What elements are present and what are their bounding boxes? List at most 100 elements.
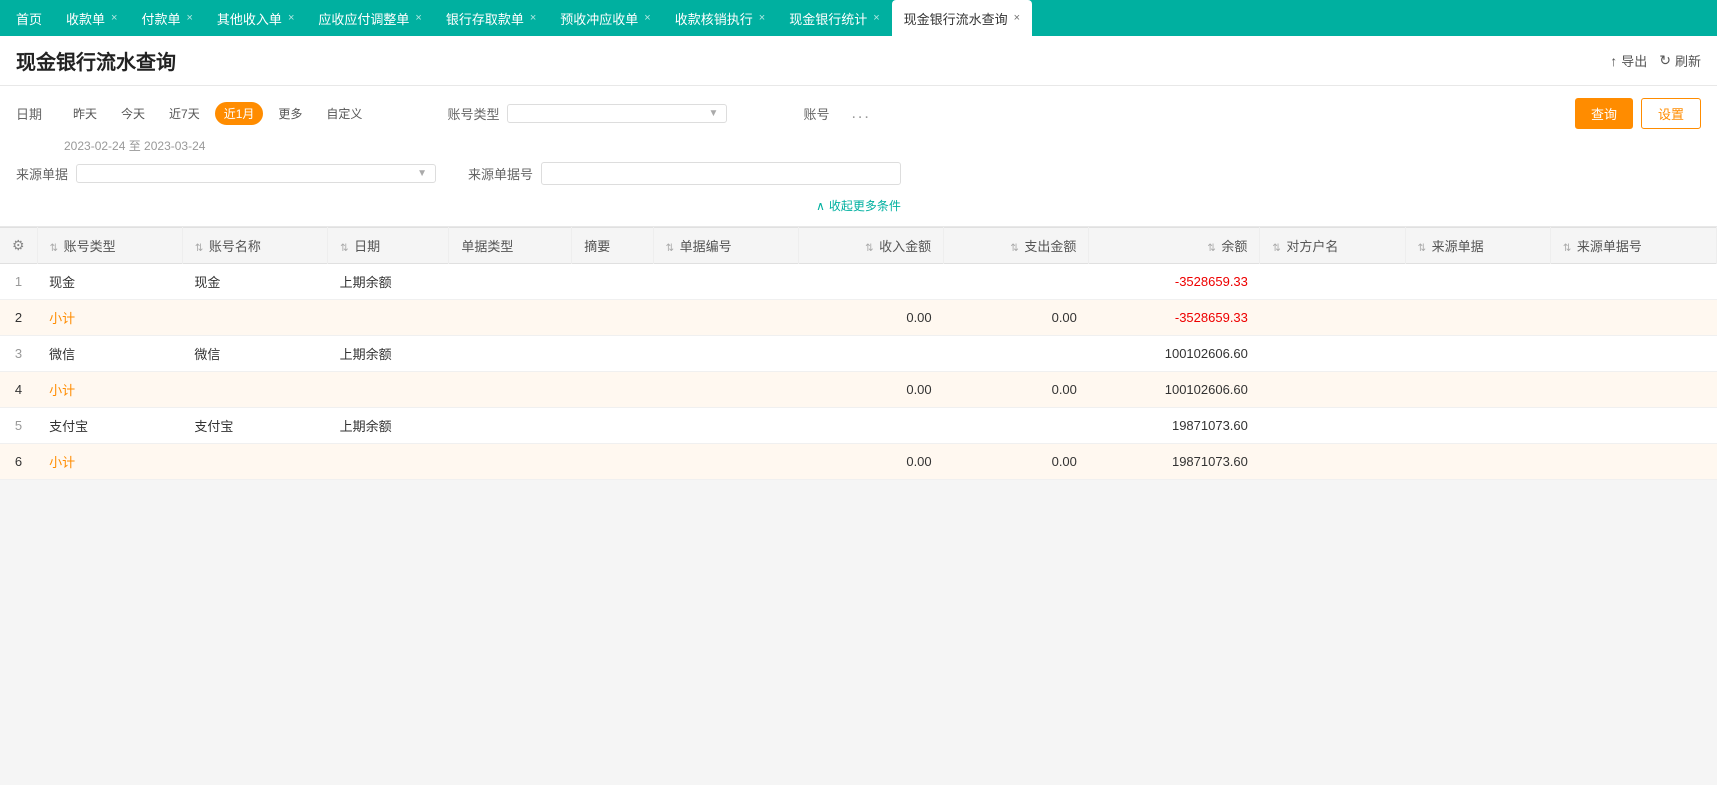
nav-item-collection-exec[interactable]: 收款核销执行 × (663, 0, 777, 36)
source-doc-no-label: 来源单据号 (468, 164, 533, 183)
row-doc-no (653, 336, 798, 372)
row-source-doc-no (1550, 408, 1716, 444)
close-icon[interactable]: × (759, 12, 765, 24)
nav-item-home[interactable]: 首页 (4, 0, 54, 36)
refresh-icon: ↻ (1659, 52, 1671, 69)
row-balance: 100102606.60 (1089, 372, 1260, 408)
date-btn-7days[interactable]: 近7天 (160, 102, 209, 125)
top-nav: 首页 收款单 × 付款单 × 其他收入单 × 应收应付调整单 × 银行存取款单 … (0, 0, 1717, 36)
date-btn-custom[interactable]: 自定义 (317, 102, 371, 125)
row-income (798, 336, 943, 372)
collapse-bar[interactable]: ∧ 收起更多条件 (16, 193, 1701, 214)
col-header-gear[interactable]: ⚙ (0, 228, 37, 264)
col-header-account-name[interactable]: ⇅ 账号名称 (182, 228, 327, 264)
table-container: ⚙ ⇅ 账号类型 ⇅ 账号名称 ⇅ 日期 单据类型 摘要 (0, 227, 1717, 480)
table-body: 1现金现金上期余额-3528659.332小计0.000.00-3528659.… (0, 264, 1717, 480)
col-header-doc-type[interactable]: 单据类型 (449, 228, 572, 264)
row-expense (944, 264, 1089, 300)
date-btn-today[interactable]: 今天 (112, 102, 154, 125)
row-account-name (182, 444, 327, 480)
refresh-button[interactable]: ↻ 刷新 (1659, 51, 1701, 70)
close-icon[interactable]: × (873, 12, 879, 24)
table-row[interactable]: 3微信微信上期余额100102606.60 (0, 336, 1717, 372)
col-header-date[interactable]: ⇅ 日期 (328, 228, 449, 264)
row-source-doc-no (1550, 444, 1716, 480)
row-doc-type (449, 372, 572, 408)
row-index: 4 (0, 372, 37, 408)
col-header-source-doc-no[interactable]: ⇅ 来源单据号 (1550, 228, 1716, 264)
action-buttons: 查询 设置 (1575, 98, 1701, 129)
row-date (328, 372, 449, 408)
col-header-income[interactable]: ⇅ 收入金额 (798, 228, 943, 264)
nav-item-cash-bank-flow[interactable]: 现金银行流水查询 × (892, 0, 1032, 36)
nav-item-payment[interactable]: 付款单 × (129, 0, 204, 36)
source-doc-no-input[interactable] (541, 162, 901, 185)
account-label: 账号 (803, 104, 843, 123)
row-index: 6 (0, 444, 37, 480)
source-doc-label: 来源单据 (16, 164, 68, 183)
row-index: 1 (0, 264, 37, 300)
row-counterpart (1260, 336, 1405, 372)
data-table: ⚙ ⇅ 账号类型 ⇅ 账号名称 ⇅ 日期 单据类型 摘要 (0, 227, 1717, 480)
nav-item-receipt[interactable]: 收款单 × (54, 0, 129, 36)
nav-item-bank-deposit[interactable]: 银行存取款单 × (434, 0, 548, 36)
row-income: 0.00 (798, 300, 943, 336)
col-header-source-doc[interactable]: ⇅ 来源单据 (1405, 228, 1550, 264)
date-btn-yesterday[interactable]: 昨天 (64, 102, 106, 125)
table-row[interactable]: 6小计0.000.0019871073.60 (0, 444, 1717, 480)
row-doc-no (653, 300, 798, 336)
nav-item-ap-adjust[interactable]: 应收应付调整单 × (306, 0, 433, 36)
sort-icon: ⇅ (865, 243, 873, 254)
account-dots[interactable]: ... (851, 105, 870, 123)
col-header-counterpart[interactable]: ⇅ 对方户名 (1260, 228, 1405, 264)
row-account-type: 微信 (37, 336, 182, 372)
sort-icon: ⇅ (1207, 243, 1215, 254)
account-type-label: 账号类型 (447, 104, 499, 123)
close-icon[interactable]: × (186, 12, 192, 24)
row-source-doc (1405, 264, 1550, 300)
table-row[interactable]: 4小计0.000.00100102606.60 (0, 372, 1717, 408)
row-summary (572, 444, 653, 480)
header-actions: ↑ 导出 ↻ 刷新 (1610, 51, 1701, 70)
query-button[interactable]: 查询 (1575, 98, 1633, 129)
close-icon[interactable]: × (530, 12, 536, 24)
export-button[interactable]: ↑ 导出 (1610, 51, 1647, 70)
date-filter-group: 日期 昨天 今天 近7天 近1月 更多 自定义 (16, 102, 371, 125)
row-source-doc (1405, 444, 1550, 480)
nav-item-other-income[interactable]: 其他收入单 × (205, 0, 306, 36)
account-type-select[interactable]: ▼ (507, 104, 727, 123)
nav-item-prepay-offset[interactable]: 预收冲应收单 × (548, 0, 662, 36)
table-header-row: ⚙ ⇅ 账号类型 ⇅ 账号名称 ⇅ 日期 单据类型 摘要 (0, 228, 1717, 264)
row-doc-no (653, 444, 798, 480)
row-income (798, 408, 943, 444)
col-header-balance[interactable]: ⇅ 余额 (1089, 228, 1260, 264)
table-row[interactable]: 2小计0.000.00-3528659.33 (0, 300, 1717, 336)
source-doc-select[interactable]: ▼ (76, 164, 436, 183)
source-doc-group: 来源单据 ▼ (16, 164, 436, 183)
col-header-expense[interactable]: ⇅ 支出金额 (944, 228, 1089, 264)
table-row[interactable]: 5支付宝支付宝上期余额19871073.60 (0, 408, 1717, 444)
close-icon[interactable]: × (644, 12, 650, 24)
date-options: 昨天 今天 近7天 近1月 更多 自定义 (64, 102, 371, 125)
page-header: 现金银行流水查询 ↑ 导出 ↻ 刷新 (0, 36, 1717, 86)
nav-item-cash-bank-stat[interactable]: 现金银行统计 × (777, 0, 891, 36)
row-account-name: 微信 (182, 336, 327, 372)
col-header-doc-no[interactable]: ⇅ 单据编号 (653, 228, 798, 264)
date-btn-1month[interactable]: 近1月 (215, 102, 264, 125)
close-icon[interactable]: × (415, 12, 421, 24)
settings-button[interactable]: 设置 (1641, 98, 1701, 129)
date-btn-more[interactable]: 更多 (269, 102, 311, 125)
col-header-account-type[interactable]: ⇅ 账号类型 (37, 228, 182, 264)
row-source-doc-no (1550, 300, 1716, 336)
date-range-display: 2023-02-24 至 2023-03-24 (16, 137, 1701, 154)
gear-icon[interactable]: ⚙ (12, 237, 25, 253)
row-index: 5 (0, 408, 37, 444)
close-icon[interactable]: × (111, 12, 117, 24)
table-row[interactable]: 1现金现金上期余额-3528659.33 (0, 264, 1717, 300)
col-header-summary[interactable]: 摘要 (572, 228, 653, 264)
row-source-doc (1405, 408, 1550, 444)
sort-icon: ⇅ (1418, 243, 1426, 254)
close-icon[interactable]: × (288, 12, 294, 24)
chevron-down-icon: ▼ (417, 168, 427, 179)
close-icon[interactable]: × (1014, 12, 1020, 24)
